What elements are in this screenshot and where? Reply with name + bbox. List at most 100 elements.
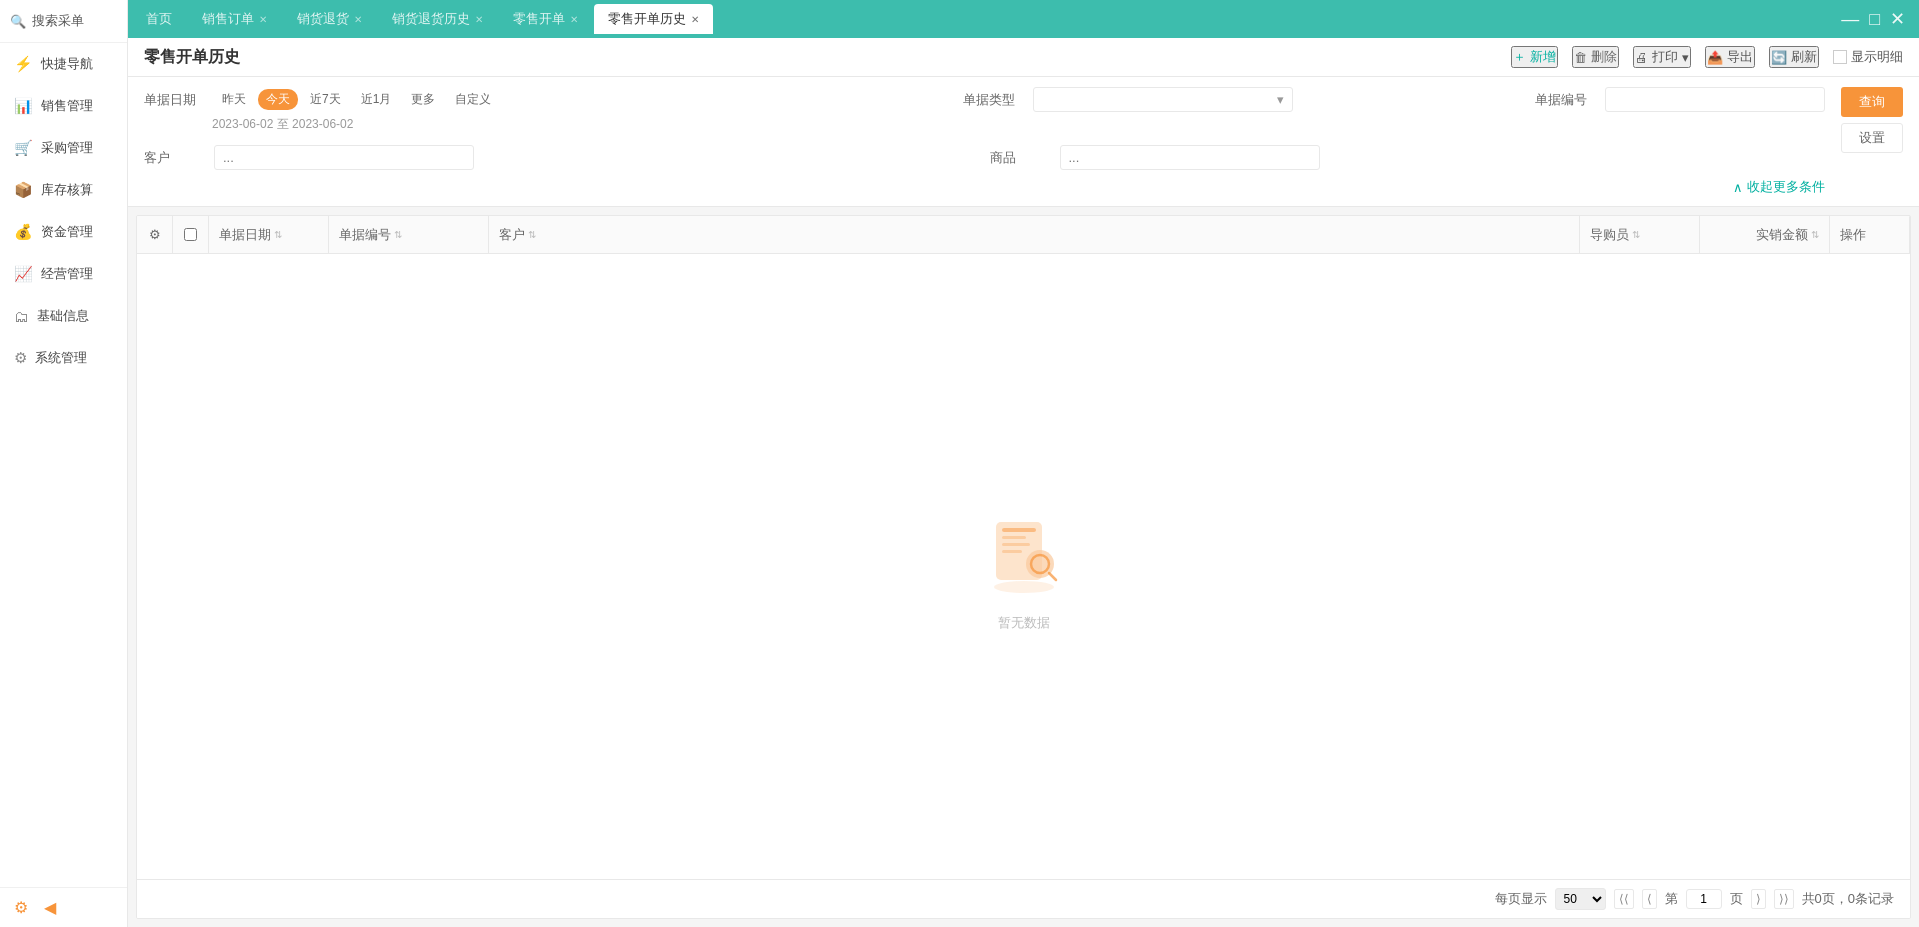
close-btn[interactable]: ✕ — [1890, 8, 1905, 30]
last-page-btn[interactable]: ⟩⟩ — [1774, 889, 1794, 909]
tab-bar: 首页销售订单✕销货退货✕销货退货历史✕零售开单✕零售开单历史✕ — □ ✕ — [128, 0, 1919, 38]
close-tab-retail-open-history-icon[interactable]: ✕ — [691, 14, 699, 25]
collapse-label: 收起更多条件 — [1747, 178, 1825, 196]
collapse-sidebar-icon[interactable]: ◀ — [44, 898, 56, 917]
settings-footer-icon[interactable]: ⚙ — [14, 898, 28, 917]
th-amount-sort-icon: ⇅ — [1811, 229, 1819, 240]
query-group: 查询 设置 — [1841, 87, 1903, 153]
page-title: 零售开单历史 — [144, 47, 240, 68]
close-tab-sales-order-icon[interactable]: ✕ — [259, 14, 267, 25]
client-input[interactable] — [214, 145, 474, 170]
date-quick-btns: 昨天 今天 近7天 近1月 更多 自定义 — [214, 89, 499, 110]
tab-home[interactable]: 首页 — [132, 4, 186, 34]
prev-page-btn[interactable]: ⟨ — [1642, 889, 1657, 909]
refresh-button[interactable]: 🔄 刷新 — [1769, 46, 1819, 68]
tab-sales-order[interactable]: 销售订单 ✕ — [188, 4, 281, 34]
tab-sales-return-history[interactable]: 销货退货历史✕ — [378, 4, 497, 34]
sidebar-label-finance: 资金管理 — [41, 223, 93, 241]
sidebar-item-finance[interactable]: 💰资金管理 — [0, 211, 127, 253]
order-type-select[interactable]: ▾ — [1033, 87, 1293, 112]
th-no-sort-icon: ⇅ — [394, 229, 402, 240]
last7-btn[interactable]: 近7天 — [302, 89, 349, 110]
svg-line-8 — [1049, 573, 1056, 580]
total-label: 共0页，0条记录 — [1802, 890, 1894, 908]
th-no[interactable]: 单据编号 ⇅ — [329, 216, 489, 253]
search-icon: 🔍 — [10, 14, 26, 29]
filter-area: 单据日期 昨天 今天 近7天 近1月 更多 自定义 单据类型 — [128, 77, 1919, 207]
new-button[interactable]: ＋ 新增 — [1511, 46, 1558, 68]
sidebar-nav: ⚡快捷导航📊销售管理🛒采购管理📦库存核算💰资金管理📈经营管理 🗂 基础信息 ⚙ 系统管理 — [0, 43, 127, 887]
sidebar-item-operation[interactable]: 📈经营管理 — [0, 253, 127, 295]
goods-input[interactable] — [1060, 145, 1320, 170]
sidebar-label-sys-mgmt: 系统管理 — [35, 349, 87, 367]
toolbar-actions: ＋ 新增 🗑 删除 🖨 打印 ▾ 📤 导出 🔄 — [1511, 46, 1903, 68]
sidebar-item-sys-mgmt[interactable]: ⚙ 系统管理 — [0, 337, 127, 379]
th-client[interactable]: 客户 ⇅ — [489, 216, 1580, 253]
next-page-btn[interactable]: ⟩ — [1751, 889, 1766, 909]
goods-label: 商品 — [990, 149, 1050, 167]
minimize-btn[interactable]: — — [1841, 9, 1859, 30]
print-icon: 🖨 — [1635, 50, 1648, 65]
sidebar-item-base-info[interactable]: 🗂 基础信息 — [0, 295, 127, 337]
tab-label-retail-open: 零售开单 — [513, 10, 565, 28]
tab-sales-return[interactable]: 销货退货✕ — [283, 4, 376, 34]
last-month-btn[interactable]: 近1月 — [353, 89, 400, 110]
tab-label-sales-order: 销售订单 — [202, 10, 254, 28]
main-area: 首页销售订单✕销货退货✕销货退货历史✕零售开单✕零售开单历史✕ — □ ✕ 零售… — [128, 0, 1919, 927]
collapse-chevron-icon: ∧ — [1733, 180, 1743, 195]
sidebar-icon-operation: 📈 — [14, 265, 33, 283]
show-detail-toggle[interactable]: 显示明细 — [1833, 48, 1903, 66]
page-size-select[interactable]: 50 20 100 — [1555, 888, 1606, 910]
today-btn[interactable]: 今天 — [258, 89, 298, 110]
query-button[interactable]: 查询 — [1841, 87, 1903, 117]
close-tab-retail-open-icon[interactable]: ✕ — [570, 14, 578, 25]
filter-fields: 单据日期 昨天 今天 近7天 近1月 更多 自定义 单据类型 — [144, 87, 1825, 196]
select-all-checkbox[interactable] — [184, 228, 197, 241]
tab-retail-open-history[interactable]: 零售开单历史✕ — [594, 4, 713, 34]
svg-rect-3 — [1002, 536, 1026, 539]
sidebar-icon-base-info: 🗂 — [14, 308, 29, 325]
th-settings[interactable]: ⚙ — [137, 216, 173, 253]
close-tab-sales-return-icon[interactable]: ✕ — [354, 14, 362, 25]
collapse-row: ∧ 收起更多条件 — [144, 178, 1825, 196]
sidebar-label-purchase-mgmt: 采购管理 — [41, 139, 93, 157]
sidebar-item-inventory[interactable]: 📦库存核算 — [0, 169, 127, 211]
filter-main-row: 单据日期 昨天 今天 近7天 近1月 更多 自定义 单据类型 — [144, 87, 1903, 196]
sidebar-search[interactable]: 🔍 搜索采单 — [0, 0, 127, 43]
delete-icon: 🗑 — [1574, 50, 1587, 65]
sidebar-icon-sys-mgmt: ⚙ — [14, 349, 27, 367]
sidebar-item-purchase-mgmt[interactable]: 🛒采购管理 — [0, 127, 127, 169]
th-amount-label: 实销金额 — [1756, 226, 1808, 244]
print-button[interactable]: 🖨 打印 ▾ — [1633, 46, 1691, 68]
tab-retail-open[interactable]: 零售开单 ✕ — [499, 4, 592, 34]
new-label: 新增 — [1530, 48, 1556, 66]
maximize-btn[interactable]: □ — [1869, 9, 1880, 30]
show-detail-checkbox[interactable] — [1833, 50, 1847, 64]
more-btn[interactable]: 更多 — [403, 89, 443, 110]
svg-rect-4 — [1002, 543, 1030, 546]
th-amount[interactable]: 实销金额 ⇅ — [1700, 216, 1830, 253]
export-label: 导出 — [1727, 48, 1753, 66]
refresh-icon: 🔄 — [1771, 50, 1787, 65]
order-no-label: 单据编号 — [1535, 91, 1595, 109]
first-page-btn[interactable]: ⟨⟨ — [1614, 889, 1634, 909]
yesterday-btn[interactable]: 昨天 — [214, 89, 254, 110]
close-tab-sales-return-history-icon[interactable]: ✕ — [475, 14, 483, 25]
sidebar-item-sales-mgmt[interactable]: 📊销售管理 — [0, 85, 127, 127]
th-client-label: 客户 — [499, 226, 525, 244]
th-guide[interactable]: 导购员 ⇅ — [1580, 216, 1700, 253]
th-date[interactable]: 单据日期 ⇅ — [209, 216, 329, 253]
date-range-display: 2023-06-02 至 2023-06-02 — [212, 116, 353, 133]
export-button[interactable]: 📤 导出 — [1705, 46, 1755, 68]
page-number-input[interactable] — [1686, 889, 1722, 909]
print-dropdown-icon: ▾ — [1682, 50, 1689, 65]
delete-button[interactable]: 🗑 删除 — [1572, 46, 1619, 68]
sidebar-item-quick-nav[interactable]: ⚡快捷导航 — [0, 43, 127, 85]
collapse-btn[interactable]: ∧ 收起更多条件 — [1733, 178, 1825, 196]
sidebar-icon-inventory: 📦 — [14, 181, 33, 199]
sidebar-label-base-info: 基础信息 — [37, 307, 89, 325]
th-checkbox[interactable] — [173, 216, 209, 253]
filter-settings-button[interactable]: 设置 — [1841, 123, 1903, 153]
custom-btn[interactable]: 自定义 — [447, 89, 499, 110]
order-no-input[interactable] — [1605, 87, 1825, 112]
